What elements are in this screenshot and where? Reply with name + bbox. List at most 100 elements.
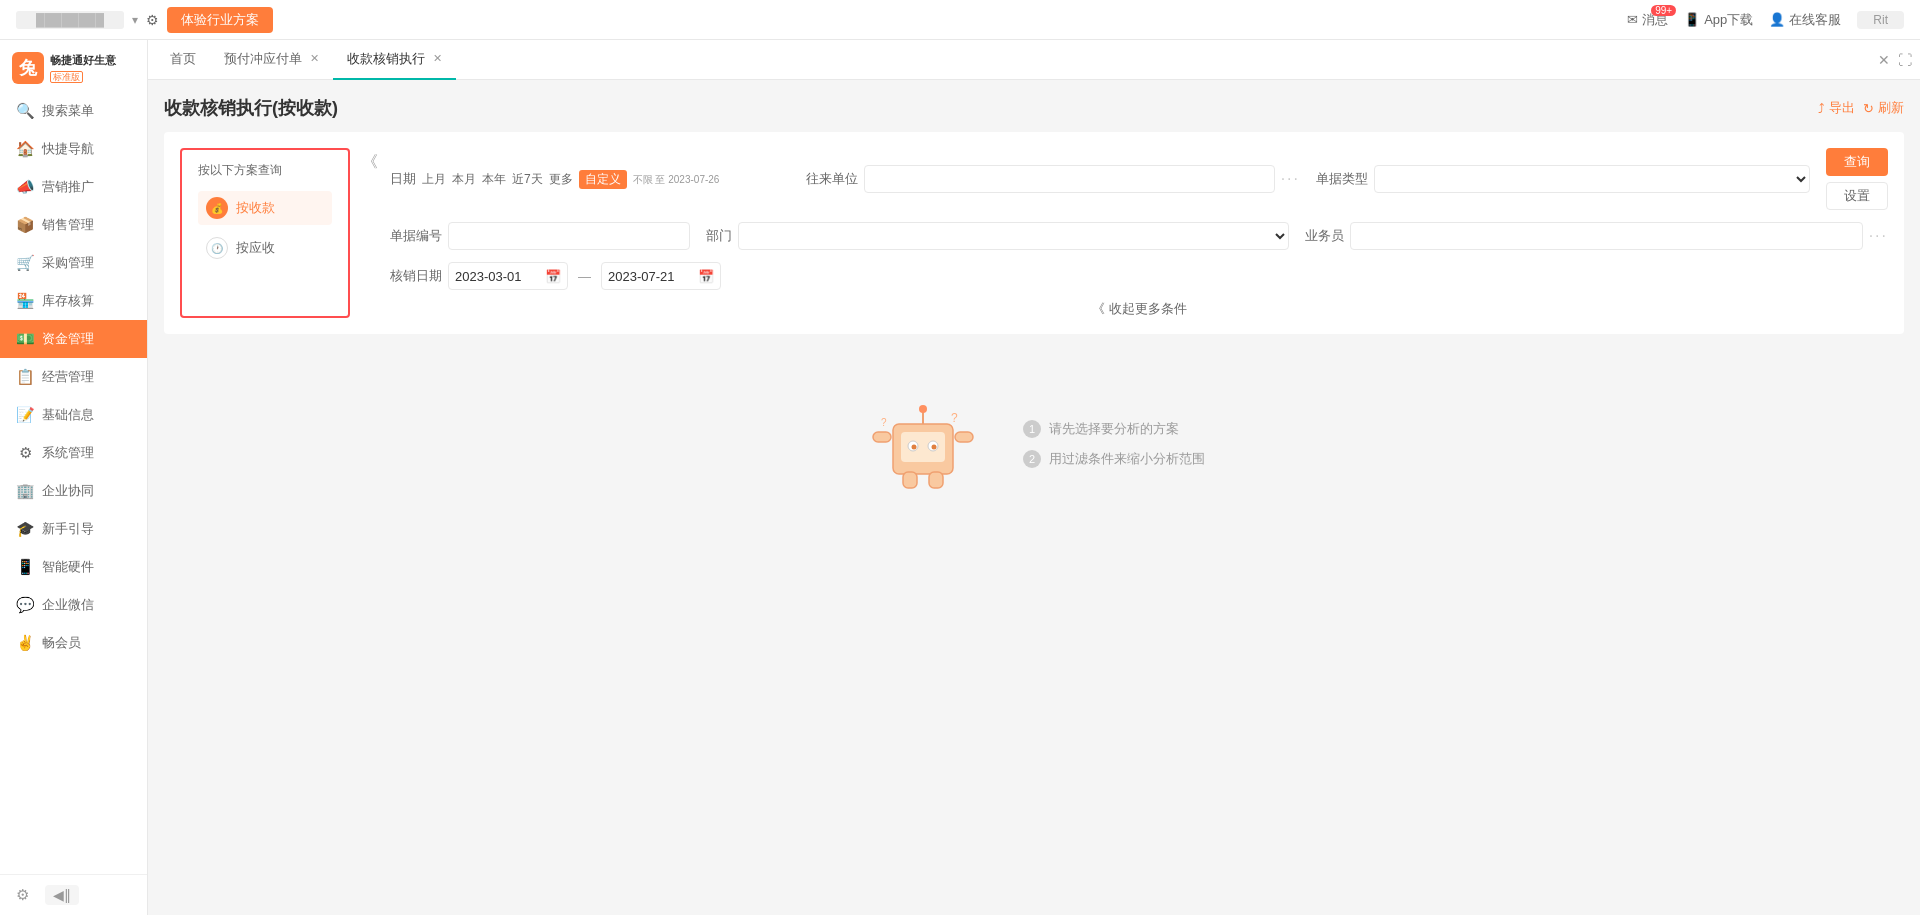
filter-collapse-icon[interactable]: 《	[362, 152, 378, 173]
empty-state-tips: 1 请先选择要分析的方案 2 用过滤条件来缩小分析范围	[1023, 420, 1205, 468]
export-icon: ⤴	[1818, 101, 1825, 116]
header-left: ████████ ▾ ⚙ 体验行业方案	[16, 7, 1619, 33]
search-icon: 🔍	[16, 102, 34, 120]
page-title: 收款核销执行(按收款)	[164, 96, 338, 120]
offset-date-end-calendar-icon[interactable]: 📅	[698, 269, 714, 284]
docno-input[interactable]	[448, 222, 690, 250]
sidebar-item-label: 畅会员	[42, 634, 81, 652]
tab-prepay-close-icon[interactable]: ✕	[310, 52, 319, 65]
window-close-icon[interactable]: ✕	[1878, 52, 1890, 68]
basic-info-icon: 📝	[16, 406, 34, 424]
sidebar-item-basic-info[interactable]: 📝 基础信息	[0, 396, 147, 434]
sidebar-item-business[interactable]: 📋 经营管理	[0, 358, 147, 396]
sidebar-item-quick-nav[interactable]: 🏠 快捷导航	[0, 130, 147, 168]
sidebar-item-search[interactable]: 🔍 搜索菜单	[0, 92, 147, 130]
date-custom-tag[interactable]: 自定义	[579, 170, 627, 189]
settings-icon[interactable]: ⚙	[146, 12, 159, 28]
dept-select[interactable]	[738, 222, 1289, 250]
date-tag-this-year[interactable]: 本年	[482, 171, 506, 188]
offset-date-start-calendar-icon[interactable]: 📅	[545, 269, 561, 284]
counterparty-input[interactable]	[864, 165, 1275, 193]
offset-date-field: 核销日期 📅 — 📅	[390, 262, 721, 290]
filter-option-by-receivable[interactable]: 🕐 按应收	[198, 231, 332, 265]
empty-tip-1: 1 请先选择要分析的方案	[1023, 420, 1205, 438]
sidebar-item-purchase[interactable]: 🛒 采购管理	[0, 244, 147, 282]
message-icon: ✉	[1627, 12, 1638, 27]
message-btn[interactable]: ✉ 消息 99+	[1627, 11, 1668, 29]
filter-option-by-receipt[interactable]: 💰 按收款	[198, 191, 332, 225]
offset-date-start-input[interactable]	[455, 269, 545, 284]
date-unlimited-info: 不限 至 2023-07-26	[633, 173, 720, 186]
sidebar-settings-icon[interactable]: ⚙	[16, 886, 29, 904]
sidebar-item-wechat[interactable]: 💬 企业微信	[0, 586, 147, 624]
system-icon: ⚙	[16, 444, 34, 462]
receivable-option-label: 按应收	[236, 239, 275, 257]
date-tag-last-month[interactable]: 上月	[422, 171, 446, 188]
tip-num-1: 1	[1023, 420, 1041, 438]
salesperson-ellipsis-icon[interactable]: ···	[1869, 227, 1888, 245]
sidebar-item-inventory[interactable]: 🏪 库存核算	[0, 282, 147, 320]
sidebar-item-member[interactable]: ✌ 畅会员	[0, 624, 147, 662]
refresh-button[interactable]: ↻ 刷新	[1863, 99, 1904, 117]
offset-date-end-input[interactable]	[608, 269, 698, 284]
window-expand-icon[interactable]: ⛶	[1898, 52, 1912, 68]
empty-state-illustration: ? ?	[863, 394, 983, 494]
salesperson-input[interactable]	[1350, 222, 1863, 250]
sidebar-item-smart-hw[interactable]: 📱 智能硬件	[0, 548, 147, 586]
svg-rect-9	[929, 472, 943, 488]
sidebar-item-label: 基础信息	[42, 406, 94, 424]
tab-receipt-offset[interactable]: 收款核销执行 ✕	[333, 40, 456, 80]
app-download-btn[interactable]: 📱 App下载	[1684, 11, 1753, 29]
offset-date-label: 核销日期	[390, 267, 442, 285]
industry-btn[interactable]: 体验行业方案	[167, 7, 273, 33]
sidebar-collapse-btn[interactable]: ◀‖	[45, 885, 79, 905]
tab-prepay[interactable]: 预付冲应付单 ✕	[210, 40, 333, 80]
empty-tip-2: 2 用过滤条件来缩小分析范围	[1023, 450, 1205, 468]
sidebar-item-label: 营销推广	[42, 178, 94, 196]
sidebar-item-marketing[interactable]: 📣 营销推广	[0, 168, 147, 206]
tab-receipt-offset-close-icon[interactable]: ✕	[433, 52, 442, 65]
filter-query-panel: 按以下方案查询 💰 按收款 🕐 按应收 《	[164, 132, 1904, 334]
top-header: ████████ ▾ ⚙ 体验行业方案 ✉ 消息 99+ 📱 App下载 👤 在…	[0, 0, 1920, 40]
refresh-icon: ↻	[1863, 101, 1874, 116]
header-right: ✉ 消息 99+ 📱 App下载 👤 在线客服 Rit	[1627, 11, 1904, 29]
date-tag-this-month[interactable]: 本月	[452, 171, 476, 188]
filter-scheme-title: 按以下方案查询	[198, 162, 332, 179]
tab-prepay-label: 预付冲应付单	[224, 50, 302, 68]
sidebar-item-label: 库存核算	[42, 292, 94, 310]
filter-scheme-panel: 按以下方案查询 💰 按收款 🕐 按应收	[180, 148, 350, 318]
export-button[interactable]: ⤴ 导出	[1818, 99, 1855, 117]
collapse-more-button[interactable]: 《 收起更多条件	[1092, 300, 1187, 318]
tab-bar-right: ✕ ⛶	[1878, 52, 1912, 68]
counterparty-ellipsis-icon[interactable]: ···	[1281, 170, 1300, 188]
sidebar-item-enterprise[interactable]: 🏢 企业协同	[0, 472, 147, 510]
collapse-more-label: 收起更多条件	[1109, 300, 1187, 318]
query-actions: 查询 设置	[1826, 148, 1888, 210]
home-icon: 🏠	[16, 140, 34, 158]
docno-label: 单据编号	[390, 227, 442, 245]
salesperson-label: 业务员	[1305, 227, 1344, 245]
sidebar-item-sales[interactable]: 📦 销售管理	[0, 206, 147, 244]
sidebar-item-beginner[interactable]: 🎓 新手引导	[0, 510, 147, 548]
date-field: 日期 上月 本月 本年 近7天 更多 自定义 不限 至 2023-07-26	[390, 170, 790, 189]
query-button[interactable]: 查询	[1826, 148, 1888, 176]
main: 首页 预付冲应付单 ✕ 收款核销执行 ✕ ✕ ⛶ 收款核销执行(按收款)	[148, 40, 1920, 915]
beginner-icon: 🎓	[16, 520, 34, 538]
tab-home[interactable]: 首页	[156, 40, 210, 80]
doctype-select[interactable]	[1374, 165, 1810, 193]
user-info[interactable]: Rit	[1857, 11, 1904, 29]
sidebar-item-label: 采购管理	[42, 254, 94, 272]
svg-text:?: ?	[951, 411, 958, 425]
service-icon: 👤	[1769, 12, 1785, 27]
date-tag-7days[interactable]: 近7天	[512, 171, 543, 188]
date-tag-more[interactable]: 更多	[549, 171, 573, 188]
counterparty-label: 往来单位	[806, 170, 858, 188]
enterprise-icon: 🏢	[16, 482, 34, 500]
sidebar-item-system[interactable]: ⚙ 系统管理	[0, 434, 147, 472]
dropdown-chevron-icon[interactable]: ▾	[132, 13, 138, 27]
sidebar-item-finance[interactable]: 💵 资金管理	[0, 320, 147, 358]
doctype-label: 单据类型	[1316, 170, 1368, 188]
sidebar-nav: 🔍 搜索菜单 🏠 快捷导航 📣 营销推广 📦 销售管理 🛒 采购管理 🏪	[0, 92, 147, 874]
setting-button[interactable]: 设置	[1826, 182, 1888, 210]
online-service-btn[interactable]: 👤 在线客服	[1769, 11, 1841, 29]
